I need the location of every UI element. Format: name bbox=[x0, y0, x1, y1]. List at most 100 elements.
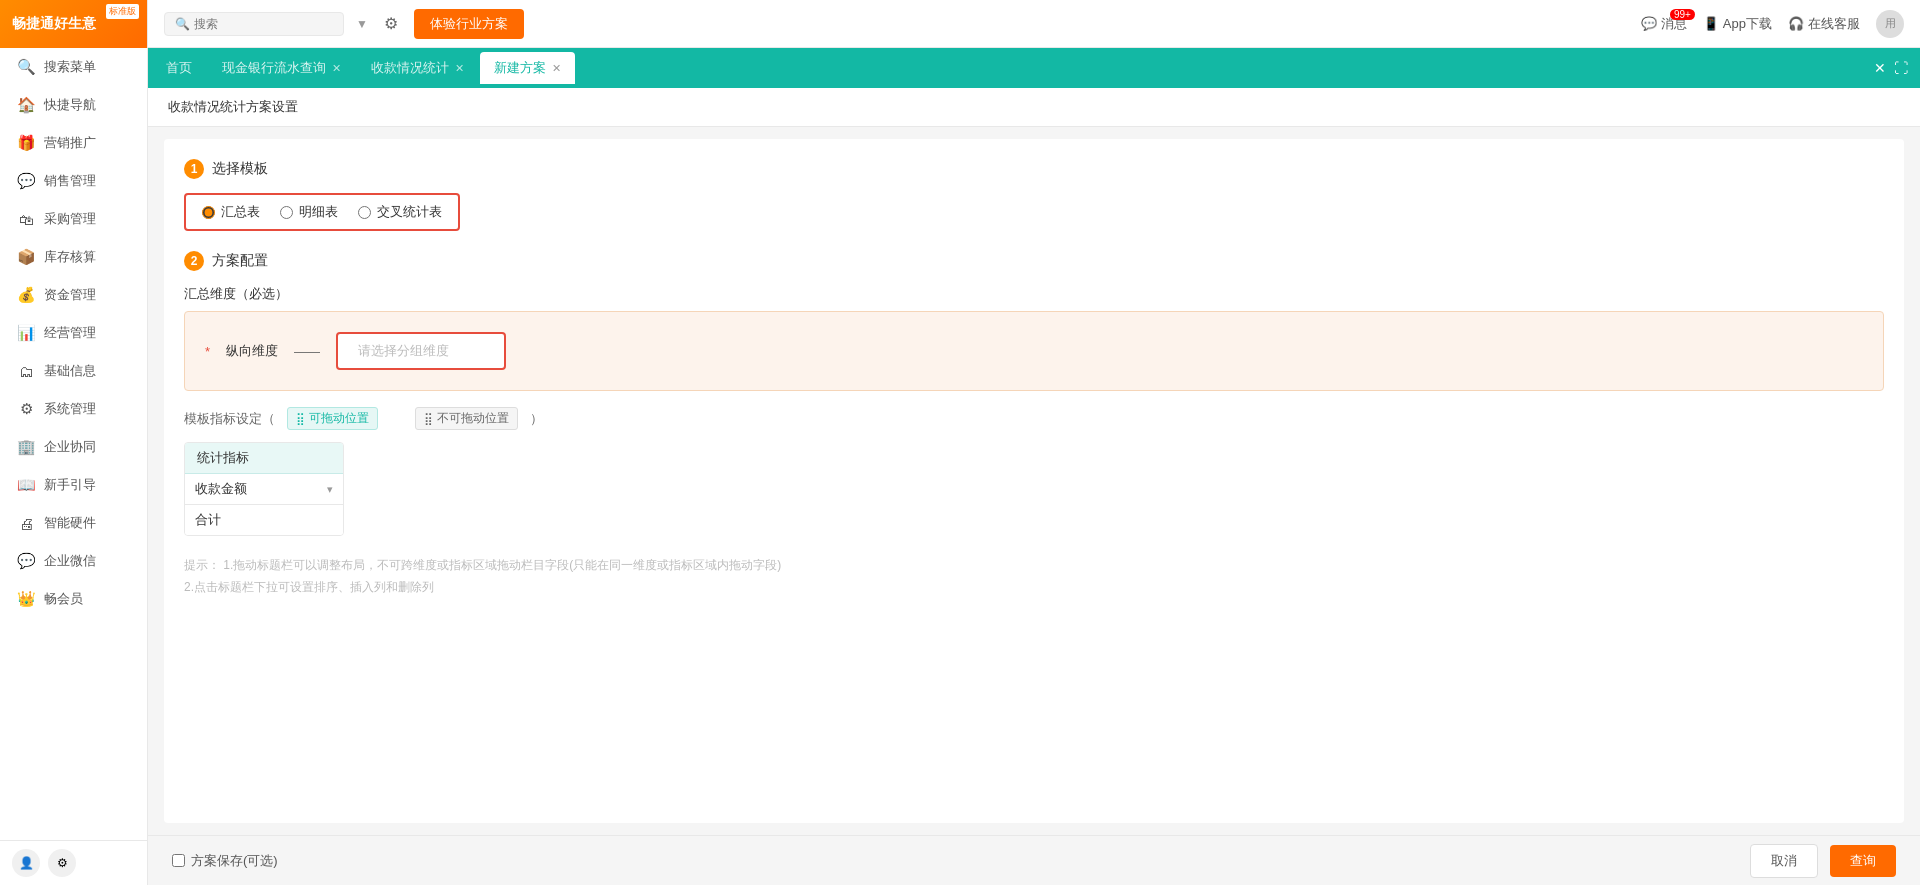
section2-title: 方案配置 bbox=[212, 252, 268, 270]
sidebar-item-vip[interactable]: 👑 畅会员 bbox=[0, 580, 147, 618]
user-avatar[interactable]: 用 bbox=[1876, 10, 1904, 38]
radio-summary-input[interactable] bbox=[202, 206, 215, 219]
search-input[interactable] bbox=[194, 17, 334, 31]
radio-detail-input[interactable] bbox=[280, 206, 293, 219]
section1-header: 1 选择模板 bbox=[184, 159, 1884, 179]
printer-icon: 🖨 bbox=[16, 515, 36, 532]
sidebar-user-avatar[interactable]: 👤 bbox=[12, 849, 40, 877]
main-area: 🔍 ▼ ⚙ 体验行业方案 💬 消息 99+ 📱 App下载 🎧 在线客服 用 bbox=[148, 0, 1920, 885]
chevron-down-icon[interactable]: ▾ bbox=[327, 483, 333, 496]
sidebar-item-capital[interactable]: 💰 资金管理 bbox=[0, 276, 147, 314]
section1-title: 选择模板 bbox=[212, 160, 268, 178]
radio-detail[interactable]: 明细表 bbox=[280, 203, 338, 221]
sidebar-item-label: 库存核算 bbox=[44, 248, 96, 266]
message-badge: 99+ bbox=[1670, 9, 1695, 20]
crown-icon: 👑 bbox=[16, 590, 36, 608]
sidebar-item-sales[interactable]: 💬 销售管理 bbox=[0, 162, 147, 200]
metrics-close: ） bbox=[530, 410, 543, 428]
tab-new-plan-label: 新建方案 bbox=[494, 59, 546, 77]
sidebar-item-label: 采购管理 bbox=[44, 210, 96, 228]
radio-summary-label[interactable]: 汇总表 bbox=[221, 203, 260, 221]
sidebar-item-inventory[interactable]: 📦 库存核算 bbox=[0, 238, 147, 276]
sidebar-item-label: 基础信息 bbox=[44, 362, 96, 380]
logo-badge: 标准版 bbox=[106, 4, 139, 19]
window-close-icon[interactable]: ✕ bbox=[1874, 60, 1886, 76]
search-box[interactable]: 🔍 bbox=[164, 12, 344, 36]
window-maximize-icon[interactable]: ⛶ bbox=[1894, 60, 1908, 76]
save-checkbox[interactable] bbox=[172, 854, 185, 867]
sidebar-item-label: 企业微信 bbox=[44, 552, 96, 570]
nodrag-badge: ⣿ 不可拖动位置 bbox=[415, 407, 518, 430]
chart-icon: 📊 bbox=[16, 324, 36, 342]
online-service-btn[interactable]: 🎧 在线客服 bbox=[1788, 15, 1860, 33]
sidebar-settings-btn[interactable]: ⚙ bbox=[48, 849, 76, 877]
dimension-select[interactable]: 请选择分组维度 bbox=[336, 332, 506, 370]
sidebar-item-smart-hw[interactable]: 🖨 智能硬件 bbox=[0, 504, 147, 542]
headset-icon: 🎧 bbox=[1788, 16, 1804, 31]
radio-cross-label[interactable]: 交叉统计表 bbox=[377, 203, 442, 221]
sidebar-item-label: 经营管理 bbox=[44, 324, 96, 342]
dimension-group-label: 汇总维度（必选） bbox=[184, 285, 1884, 303]
content-area: 收款情况统计方案设置 1 选择模板 汇总表 明细表 bbox=[148, 88, 1920, 885]
footer-bar: 方案保存(可选) 取消 查询 bbox=[148, 835, 1920, 885]
sidebar-item-purchase[interactable]: 🛍 采购管理 bbox=[0, 200, 147, 238]
radio-detail-label[interactable]: 明细表 bbox=[299, 203, 338, 221]
sidebar-item-corp-wechat[interactable]: 💬 企业微信 bbox=[0, 542, 147, 580]
book-icon: 📖 bbox=[16, 476, 36, 494]
online-service-label: 在线客服 bbox=[1808, 15, 1860, 33]
radio-summary[interactable]: 汇总表 bbox=[202, 203, 260, 221]
cancel-button[interactable]: 取消 bbox=[1750, 844, 1818, 878]
sidebar-logo: 畅捷通好生意 标准版 bbox=[0, 0, 147, 48]
topbar: 🔍 ▼ ⚙ 体验行业方案 💬 消息 99+ 📱 App下载 🎧 在线客服 用 bbox=[148, 0, 1920, 48]
hint-1: 提示： 1.拖动标题栏可以调整布局，不可跨维度或指标区域拖动栏目字段(只能在同一… bbox=[184, 555, 1884, 577]
tab-new-plan[interactable]: 新建方案 ✕ bbox=[480, 52, 575, 84]
stats-table: 统计指标 收款金额 ▾ 合计 bbox=[184, 442, 344, 536]
sidebar-item-quick-nav[interactable]: 🏠 快捷导航 bbox=[0, 86, 147, 124]
app-download-btn[interactable]: 📱 App下载 bbox=[1703, 15, 1772, 33]
message-btn[interactable]: 💬 消息 99+ bbox=[1641, 15, 1687, 33]
stats-col-header[interactable]: 收款金额 ▾ bbox=[185, 474, 343, 505]
radio-cross-input[interactable] bbox=[358, 206, 371, 219]
sidebar-item-label: 营销推广 bbox=[44, 134, 96, 152]
hints-area: 提示： 1.拖动标题栏可以调整布局，不可跨维度或指标区域拖动栏目字段(只能在同一… bbox=[184, 555, 1884, 598]
trial-btn[interactable]: 体验行业方案 bbox=[414, 9, 524, 39]
tab-home-label: 首页 bbox=[166, 59, 192, 77]
radio-cross[interactable]: 交叉统计表 bbox=[358, 203, 442, 221]
logo-text: 畅捷通好生意 bbox=[12, 15, 96, 33]
sidebar-item-beginner[interactable]: 📖 新手引导 bbox=[0, 466, 147, 504]
topbar-right: 💬 消息 99+ 📱 App下载 🎧 在线客服 用 bbox=[1641, 10, 1904, 38]
tab-bank-flow[interactable]: 现金银行流水查询 ✕ bbox=[208, 52, 355, 84]
metrics-header-mid bbox=[390, 410, 403, 428]
nodrag-indicator: ⣿ bbox=[424, 412, 433, 426]
sidebar-item-corp-coop[interactable]: 🏢 企业协同 bbox=[0, 428, 147, 466]
dropdown-arrow-icon[interactable]: ▼ bbox=[356, 17, 368, 31]
gift-icon: 🎁 bbox=[16, 134, 36, 152]
vertical-dim-label: 纵向维度 bbox=[226, 342, 278, 360]
save-checkbox-text: 方案保存(可选) bbox=[191, 852, 278, 870]
money-icon: 💰 bbox=[16, 286, 36, 304]
sidebar-item-operation[interactable]: 📊 经营管理 bbox=[0, 314, 147, 352]
sidebar-item-label: 系统管理 bbox=[44, 400, 96, 418]
query-button[interactable]: 查询 bbox=[1830, 845, 1896, 877]
sidebar-item-sys-mgmt[interactable]: ⚙ 系统管理 bbox=[0, 390, 147, 428]
sidebar-item-basic-info[interactable]: 🗂 基础信息 bbox=[0, 352, 147, 390]
corp-icon: 🏢 bbox=[16, 438, 36, 456]
section1-num: 1 bbox=[184, 159, 204, 179]
sidebar-bottom: 👤 ⚙ bbox=[0, 840, 147, 885]
tab-receipts-stat-close-icon[interactable]: ✕ bbox=[455, 62, 464, 75]
tab-bank-flow-close-icon[interactable]: ✕ bbox=[332, 62, 341, 75]
tab-new-plan-close-icon[interactable]: ✕ bbox=[552, 62, 561, 75]
sidebar-item-marketing[interactable]: 🎁 营销推广 bbox=[0, 124, 147, 162]
tab-home[interactable]: 首页 bbox=[152, 52, 206, 84]
search-icon: 🔍 bbox=[175, 17, 190, 31]
tab-receipts-stat[interactable]: 收款情况统计 ✕ bbox=[357, 52, 478, 84]
template-selector-box: 汇总表 明细表 交叉统计表 bbox=[184, 193, 460, 231]
main-card: 1 选择模板 汇总表 明细表 交叉统计表 bbox=[164, 139, 1904, 823]
gear-icon: ⚙ bbox=[16, 400, 36, 418]
settings-icon[interactable]: ⚙ bbox=[384, 14, 398, 33]
stats-col-sub: 合计 bbox=[185, 505, 343, 535]
save-checkbox-label[interactable]: 方案保存(可选) bbox=[172, 852, 278, 870]
sidebar-item-search-menu[interactable]: 🔍 搜索菜单 bbox=[0, 48, 147, 86]
message-icon: 💬 bbox=[1641, 16, 1657, 31]
folder-icon: 🗂 bbox=[16, 363, 36, 380]
